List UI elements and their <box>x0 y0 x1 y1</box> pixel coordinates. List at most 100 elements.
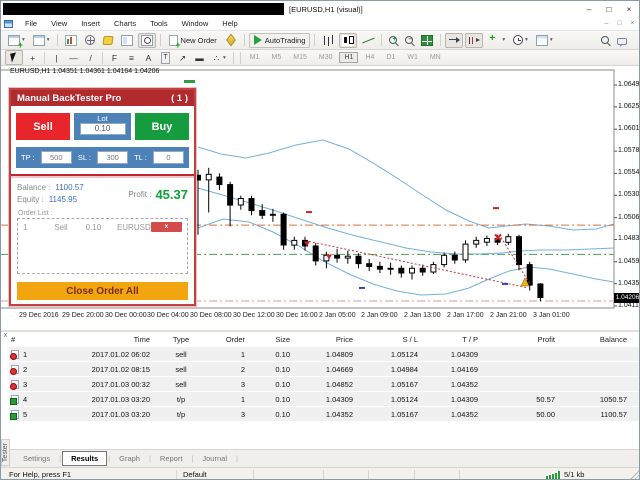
menu-view[interactable]: View <box>44 19 74 28</box>
bear-candle <box>376 265 383 270</box>
new-order-button[interactable]: New Order <box>165 33 220 49</box>
chart-area[interactable]: EURUSD,H1 1.04351 1.04361 1.04164 1.0420… <box>1 66 639 330</box>
panel-header[interactable]: Manual BackTester Pro ( 1 ) <box>11 90 194 106</box>
cell-size: 0.10 <box>275 349 290 359</box>
templates-button[interactable]: ▾ <box>533 33 556 48</box>
menu-window[interactable]: Window <box>175 19 216 28</box>
autotrading-button[interactable]: AutoTrading <box>248 32 311 48</box>
table-row[interactable]: 5 2017.01.03 03:20 t/p 3 0.10 1.04352 1.05167 1… <box>9 407 639 422</box>
lot-box: Lot 0.10 <box>74 113 131 140</box>
channel-tool[interactable]: ≡ <box>124 50 139 65</box>
timeframe-d1[interactable]: D1 <box>381 52 400 63</box>
search-button[interactable] <box>598 33 612 48</box>
candlestick-chart-button[interactable] <box>339 32 358 48</box>
metaeditor-button[interactable] <box>222 33 240 48</box>
timeframe-w1[interactable]: W1 <box>402 52 423 63</box>
table-row[interactable]: 3 2017.01.03 00:32 sell 3 0.10 1.04852 1.05167… <box>9 377 639 392</box>
close-button[interactable]: × <box>619 2 639 16</box>
text-tool[interactable]: A <box>141 50 156 65</box>
tab-report[interactable]: Report <box>152 452 191 465</box>
timeframe-m1[interactable]: M1 <box>245 52 265 63</box>
tester-close-button[interactable]: x <box>2 332 9 339</box>
timeframe-h1[interactable]: H1 <box>339 52 359 63</box>
text-label-tool[interactable]: T <box>158 50 173 65</box>
buy-button[interactable]: Buy <box>135 113 189 140</box>
tester-side-tab[interactable]: Tester <box>1 439 10 467</box>
timeframe-h4[interactable]: H4 <box>360 52 379 63</box>
column-header[interactable]: Size <box>251 335 296 344</box>
periods-button[interactable]: ▾ <box>510 33 531 48</box>
column-header[interactable]: # <box>9 335 39 344</box>
crosshair-tool[interactable]: + <box>25 50 40 65</box>
timeframe-m30[interactable]: M30 <box>314 52 338 63</box>
tab-graph[interactable]: Graph <box>111 452 148 465</box>
line-chart-button[interactable] <box>359 33 377 48</box>
mdi-close-button[interactable]: × <box>626 20 639 27</box>
cell-type: sell <box>175 379 187 389</box>
arrows-tool[interactable]: ↗ <box>175 50 190 65</box>
horizontal-line-tool[interactable]: — <box>66 50 81 65</box>
trendline-tool[interactable]: / <box>83 50 98 65</box>
timeframe-m15[interactable]: M15 <box>288 52 312 63</box>
indicators-button[interactable]: ▾ <box>485 33 508 48</box>
table-row[interactable]: 2 2017.01.02 08:15 sell 2 0.10 1.04669 1.04984… <box>9 362 639 377</box>
zoom-out-button[interactable] <box>402 33 416 48</box>
sl-input[interactable]: 300 <box>97 151 129 164</box>
time-axis-label: 2 Jan 13:00 <box>404 312 441 319</box>
tab-settings[interactable]: Settings <box>15 452 58 465</box>
navigator-button[interactable] <box>100 33 116 48</box>
column-header[interactable]: Balance <box>561 335 633 344</box>
new-chart-button[interactable]: ▾ <box>5 33 28 49</box>
chat-button[interactable] <box>614 33 630 48</box>
market-watch-button[interactable] <box>62 33 80 48</box>
timeframe-mn[interactable]: MN <box>425 52 446 63</box>
cell-profit: 50.00 <box>536 409 555 419</box>
traffic-text: 5/1 kb <box>564 470 585 479</box>
column-header[interactable]: Order <box>206 335 251 344</box>
sell-button[interactable]: Sell <box>16 113 70 140</box>
shapes-tool[interactable]: ▬ <box>192 50 207 65</box>
column-header[interactable]: Profit <box>484 335 561 344</box>
auto-scroll-button[interactable] <box>445 32 464 48</box>
order-list-label: Order List : <box>18 210 53 217</box>
tab-journal[interactable]: Journal <box>194 452 235 465</box>
status-profile[interactable]: Default <box>176 469 253 479</box>
mdi-minimize-button[interactable]: – <box>600 20 613 27</box>
column-header[interactable]: Price <box>296 335 359 344</box>
data-window-button[interactable] <box>82 33 98 48</box>
maximize-button[interactable]: □ <box>599 2 619 16</box>
minimize-button[interactable]: – <box>579 2 599 16</box>
bull-candle <box>462 243 469 261</box>
zoom-in-button[interactable] <box>386 33 400 48</box>
resize-grip[interactable] <box>628 470 639 479</box>
mdi-restore-button[interactable]: □ <box>613 20 626 27</box>
timeframe-m5[interactable]: M5 <box>267 52 287 63</box>
tp-input[interactable]: 500 <box>40 151 72 164</box>
column-header[interactable]: Time <box>39 335 156 344</box>
strategy-tester-button[interactable] <box>137 32 156 48</box>
close-order-button[interactable]: x <box>150 222 183 232</box>
table-row[interactable]: 4 2017.01.03 03:20 t/p 1 0.10 1.04309 1.05124 1… <box>9 392 639 407</box>
menu-insert[interactable]: Insert <box>74 19 107 28</box>
tile-windows-button[interactable] <box>418 33 436 48</box>
menu-help[interactable]: Help <box>215 19 244 28</box>
vertical-line-tool[interactable]: | <box>49 50 64 65</box>
tab-results[interactable]: Results <box>62 451 108 466</box>
column-header[interactable]: T / P <box>424 335 484 344</box>
tl-input[interactable]: 0 <box>152 151 184 164</box>
lot-input[interactable]: 0.10 <box>79 123 126 135</box>
profiles-button[interactable]: ▾ <box>30 33 53 48</box>
column-header[interactable]: S / L <box>359 335 424 344</box>
menu-file[interactable]: File <box>18 19 44 28</box>
cycles-tool[interactable]: ∴ ▾ <box>209 50 229 65</box>
column-header[interactable]: Type <box>156 335 206 344</box>
close-all-button[interactable]: Close Order All <box>17 282 188 300</box>
menu-charts[interactable]: Charts <box>107 19 143 28</box>
fibonacci-tool[interactable]: F <box>107 50 122 65</box>
bar-chart-button[interactable] <box>319 33 337 48</box>
cursor-tool[interactable] <box>5 50 23 65</box>
chart-shift-button[interactable] <box>465 32 484 48</box>
menu-tools[interactable]: Tools <box>143 19 175 28</box>
terminal-button[interactable] <box>118 33 136 48</box>
table-row[interactable]: 1 2017.01.02 06:02 sell 1 0.10 1.04809 1.05124… <box>9 347 639 362</box>
